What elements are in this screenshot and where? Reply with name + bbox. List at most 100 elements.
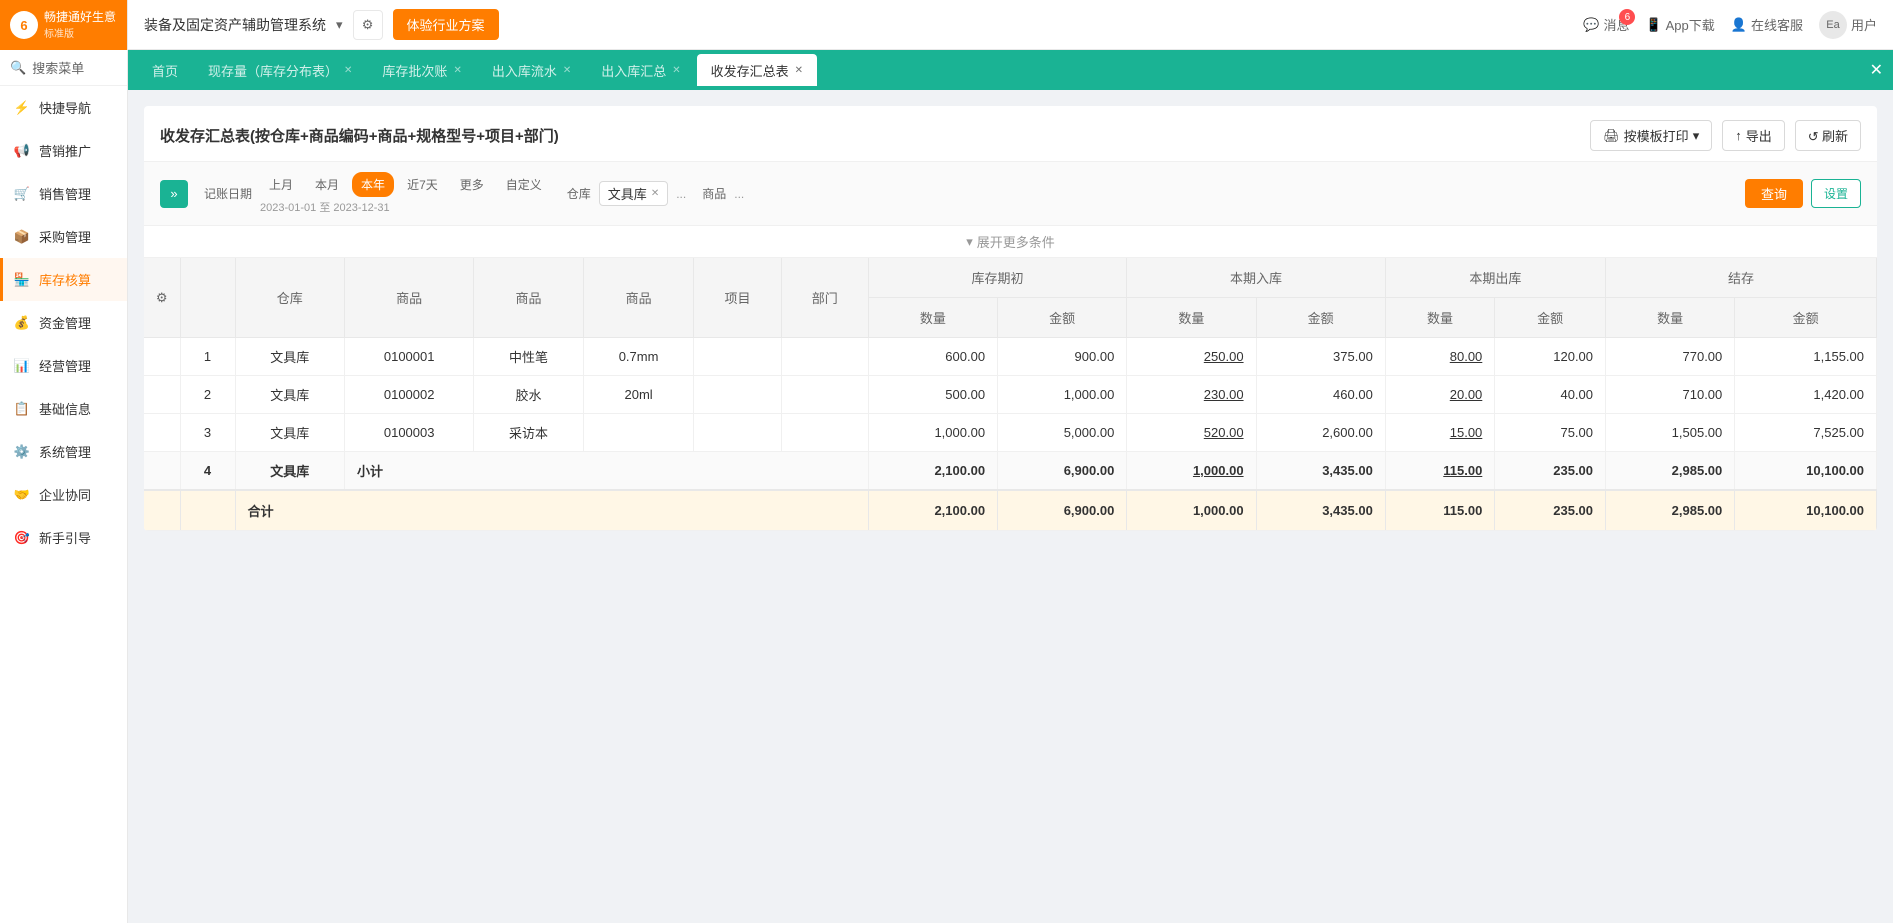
expand-filter-button[interactable]: ▾ 展开更多条件 xyxy=(966,232,1055,251)
operation-label: 经营管理 xyxy=(39,356,91,375)
tab-batch-ledger-close[interactable]: ✕ xyxy=(453,65,461,76)
trial-button[interactable]: 体验行业方案 xyxy=(393,9,499,40)
row1-out-qty[interactable]: 80.00 xyxy=(1385,338,1494,376)
date-btn-custom[interactable]: 自定义 xyxy=(497,172,551,197)
warehouse-filter-group: 仓库 文具库 ✕ ... xyxy=(567,181,686,206)
tab-batch-ledger[interactable]: 库存批次账 ✕ xyxy=(368,54,475,86)
warehouse-more-btn[interactable]: ... xyxy=(676,187,686,201)
settings-button[interactable]: ⚙ xyxy=(353,10,383,40)
date-btn-7days[interactable]: 近7天 xyxy=(398,172,447,197)
row1-seq: 1 xyxy=(180,338,235,376)
col-name-header: 商品 xyxy=(474,258,583,338)
user-avatar: Ea xyxy=(1819,11,1847,39)
tab-receive-send-summary[interactable]: 收发存汇总表 ✕ xyxy=(697,54,817,86)
date-btn-this-year[interactable]: 本年 xyxy=(352,172,394,197)
date-btn-this-month[interactable]: 本月 xyxy=(306,172,348,197)
close-all-tabs[interactable]: ✕ xyxy=(1870,60,1883,80)
sidebar-item-system[interactable]: ⚙️ 系统管理 xyxy=(0,430,127,473)
system-icon: ⚙️ xyxy=(13,443,31,461)
finance-label: 资金管理 xyxy=(39,313,91,332)
tab-in-out-flow[interactable]: 出入库流水 ✕ xyxy=(478,54,585,86)
sidebar-item-purchase[interactable]: 📦 采购管理 xyxy=(0,215,127,258)
subtotal-open-qty: 2,100.00 xyxy=(868,452,997,491)
app-download-button[interactable]: 📱 App下载 xyxy=(1645,15,1714,34)
sidebar-item-guide[interactable]: 🎯 新手引导 xyxy=(0,516,127,559)
page-actions: 🖨 按模板打印 ▾ ↑ 导出 ↺ 刷新 xyxy=(1590,120,1861,151)
logo-title: 畅捷通好生意 xyxy=(44,10,116,26)
row1-open-amt: 900.00 xyxy=(998,338,1127,376)
total-out-qty: 115.00 xyxy=(1385,490,1494,531)
tab-receive-send-summary-close[interactable]: ✕ xyxy=(795,65,803,76)
row3-in-qty[interactable]: 520.00 xyxy=(1127,414,1256,452)
tab-in-out-summary[interactable]: 出入库汇总 ✕ xyxy=(587,54,694,86)
row2-open-amt: 1,000.00 xyxy=(998,376,1127,414)
col-out-header: 本期出库 xyxy=(1385,258,1605,298)
page-header: 收发存汇总表(按仓库+商品编码+商品+规格型号+项目+部门) 🖨 按模板打印 ▾… xyxy=(144,106,1877,162)
row3-bal-qty: 1,505.00 xyxy=(1606,414,1735,452)
tab-home[interactable]: 首页 xyxy=(138,54,192,86)
filter-bar: » 记账日期 上月 本月 本年 近7天 更多 自定义 2023-01-01 至 xyxy=(144,162,1877,226)
table-row: 3 文具库 0100003 采访本 1,000.00 5,000.00 520.… xyxy=(144,414,1877,452)
tab-in-out-summary-close[interactable]: ✕ xyxy=(672,65,680,76)
print-icon: 🖨 xyxy=(1603,128,1620,144)
tab-in-out-flow-close[interactable]: ✕ xyxy=(563,65,571,76)
date-btn-more[interactable]: 更多 xyxy=(451,172,493,197)
tab-inventory-dist-close[interactable]: ✕ xyxy=(344,65,352,76)
tab-inventory-dist[interactable]: 现存量（库存分布表） ✕ xyxy=(194,54,366,86)
sidebar-logo: 6 畅捷通好生意 标准版 xyxy=(0,0,127,50)
subtotal-in-qty[interactable]: 1,000.00 xyxy=(1127,452,1256,491)
date-range: 2023-01-01 至 2023-12-31 xyxy=(260,199,551,215)
download-icon: 📱 xyxy=(1645,17,1661,33)
sidebar-item-basic[interactable]: 📋 基础信息 xyxy=(0,387,127,430)
row1-out-amt: 120.00 xyxy=(1495,338,1606,376)
col-settings-header[interactable]: ⚙ xyxy=(144,258,180,338)
chevron-down-icon: ▾ xyxy=(966,234,973,250)
print-template-button[interactable]: 🖨 按模板打印 ▾ xyxy=(1590,120,1712,151)
row3-out-qty[interactable]: 15.00 xyxy=(1385,414,1494,452)
export-button[interactable]: ↑ 导出 xyxy=(1722,120,1785,151)
goods-more-btn[interactable]: ... xyxy=(734,187,744,201)
filter-toggle-button[interactable]: » xyxy=(160,180,188,208)
row2-in-qty[interactable]: 230.00 xyxy=(1127,376,1256,414)
inventory-icon: 🏪 xyxy=(13,271,31,289)
expand-filter-bar: ▾ 展开更多条件 xyxy=(144,226,1877,258)
sidebar-item-inventory[interactable]: 🏪 库存核算 xyxy=(0,258,127,301)
filter-settings-button[interactable]: 设置 xyxy=(1811,179,1861,208)
row2-check xyxy=(144,376,180,414)
col-in-qty-header: 数量 xyxy=(1127,298,1256,338)
date-btn-last-month[interactable]: 上月 xyxy=(260,172,302,197)
guide-icon: 🎯 xyxy=(13,529,31,547)
subtotal-warehouse: 文具库 xyxy=(235,452,344,491)
sidebar-item-finance[interactable]: 💰 资金管理 xyxy=(0,301,127,344)
row1-in-qty[interactable]: 250.00 xyxy=(1127,338,1256,376)
warehouse-tag-close[interactable]: ✕ xyxy=(651,188,659,199)
subtotal-out-qty[interactable]: 115.00 xyxy=(1385,452,1494,491)
row3-check xyxy=(144,414,180,452)
sidebar-item-sales[interactable]: 🛒 销售管理 xyxy=(0,172,127,215)
row2-name: 胶水 xyxy=(474,376,583,414)
user-menu[interactable]: Ea 用户 xyxy=(1819,11,1877,39)
total-label: 合计 xyxy=(235,490,868,531)
col-code-header: 商品 xyxy=(345,258,474,338)
row1-open-qty: 600.00 xyxy=(868,338,997,376)
row1-spec: 0.7mm xyxy=(583,338,694,376)
total-open-amt: 6,900.00 xyxy=(998,490,1127,531)
date-filter-col: 上月 本月 本年 近7天 更多 自定义 2023-01-01 至 2023-12… xyxy=(260,172,551,215)
subtotal-seq: 4 xyxy=(180,452,235,491)
online-service-button[interactable]: 👤 在线客服 xyxy=(1731,15,1803,34)
row2-out-qty[interactable]: 20.00 xyxy=(1385,376,1494,414)
system-dropdown[interactable]: ▾ xyxy=(336,17,343,33)
subtotal-row: 4 文具库 小计 2,100.00 6,900.00 1,000.00 3,43… xyxy=(144,452,1877,491)
sidebar-item-quick-nav[interactable]: ⚡ 快捷导航 xyxy=(0,86,127,129)
tab-home-label: 首页 xyxy=(152,61,178,80)
sidebar-item-operation[interactable]: 📊 经营管理 xyxy=(0,344,127,387)
refresh-button[interactable]: ↺ 刷新 xyxy=(1795,120,1861,151)
sidebar-item-enterprise[interactable]: 🤝 企业协同 xyxy=(0,473,127,516)
total-row: 合计 2,100.00 6,900.00 1,000.00 3,435.00 1… xyxy=(144,490,1877,531)
message-button[interactable]: 💬 消息 6 xyxy=(1583,15,1629,34)
col-project-header: 项目 xyxy=(694,258,781,338)
query-button[interactable]: 查询 xyxy=(1745,179,1803,208)
search-menu[interactable]: 🔍 搜索菜单 xyxy=(0,50,127,86)
row2-project xyxy=(694,376,781,414)
sidebar-item-marketing[interactable]: 📢 营销推广 xyxy=(0,129,127,172)
